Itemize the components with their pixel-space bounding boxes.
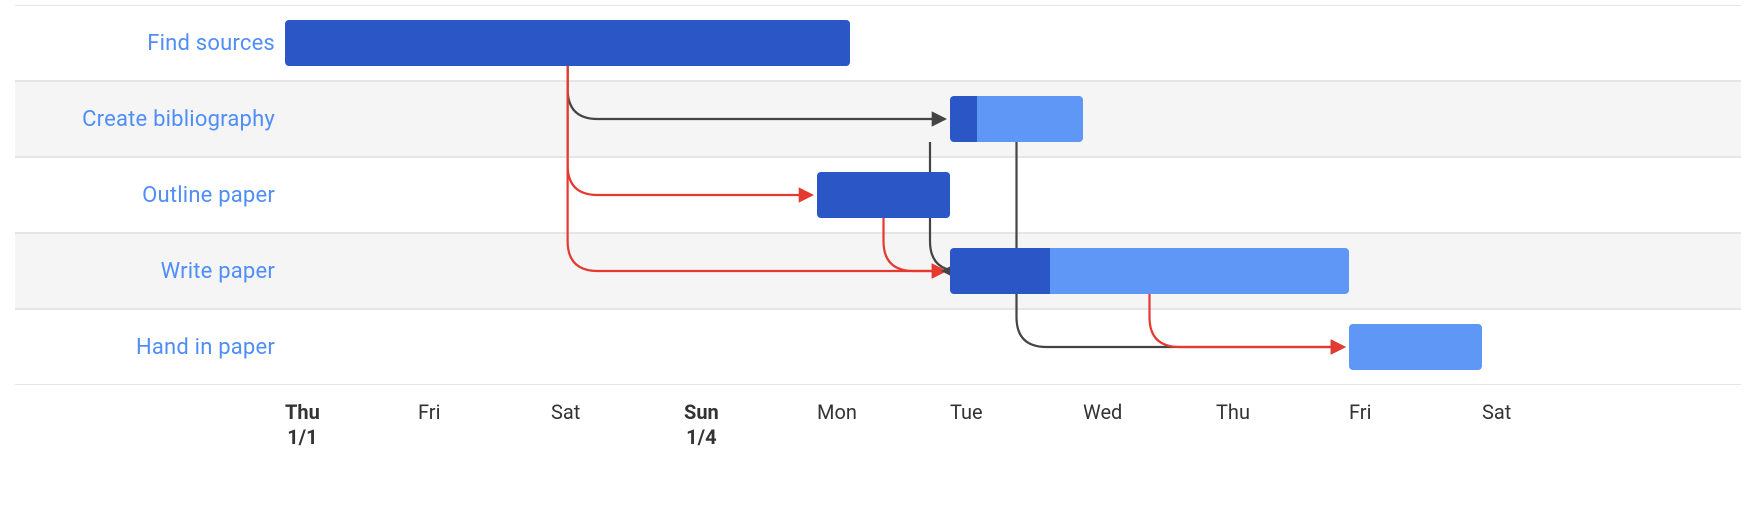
- task-label: Create bibliography: [15, 82, 295, 156]
- time-axis-tick: Fri: [1349, 400, 1371, 425]
- time-axis-tick: Sun 1/4: [684, 400, 719, 450]
- gantt-bar[interactable]: [950, 248, 1349, 294]
- gantt-row: Write paper: [15, 233, 1741, 309]
- time-axis-tick: Tue: [950, 400, 983, 425]
- time-axis-tick: Mon: [817, 400, 857, 425]
- gantt-bar-progress: [950, 248, 1050, 294]
- time-axis-tick: Thu: [1216, 400, 1250, 425]
- time-axis-tick: Wed: [1083, 400, 1122, 425]
- gantt-bar[interactable]: [1349, 324, 1482, 370]
- time-axis-tick: Sat: [1482, 400, 1511, 425]
- gantt-chart: Find sources Create bibliography Outline…: [0, 0, 1756, 532]
- gantt-row: Hand in paper: [15, 309, 1741, 385]
- gantt-bar[interactable]: [950, 96, 1083, 142]
- task-label: Outline paper: [15, 158, 295, 232]
- gantt-bar-progress: [817, 172, 950, 218]
- time-axis-tick: Fri: [418, 400, 440, 425]
- task-label: Write paper: [15, 234, 295, 308]
- gantt-row: Find sources: [15, 5, 1741, 81]
- gantt-bar[interactable]: [285, 20, 850, 66]
- time-axis-tick: Thu 1/1: [285, 400, 320, 450]
- gantt-row: Create bibliography: [15, 81, 1741, 157]
- task-label: Find sources: [15, 6, 295, 80]
- gantt-bar-progress: [950, 96, 977, 142]
- time-axis-tick: Sat: [551, 400, 580, 425]
- gantt-bar-progress: [285, 20, 850, 66]
- task-label: Hand in paper: [15, 310, 295, 384]
- gantt-bar[interactable]: [817, 172, 950, 218]
